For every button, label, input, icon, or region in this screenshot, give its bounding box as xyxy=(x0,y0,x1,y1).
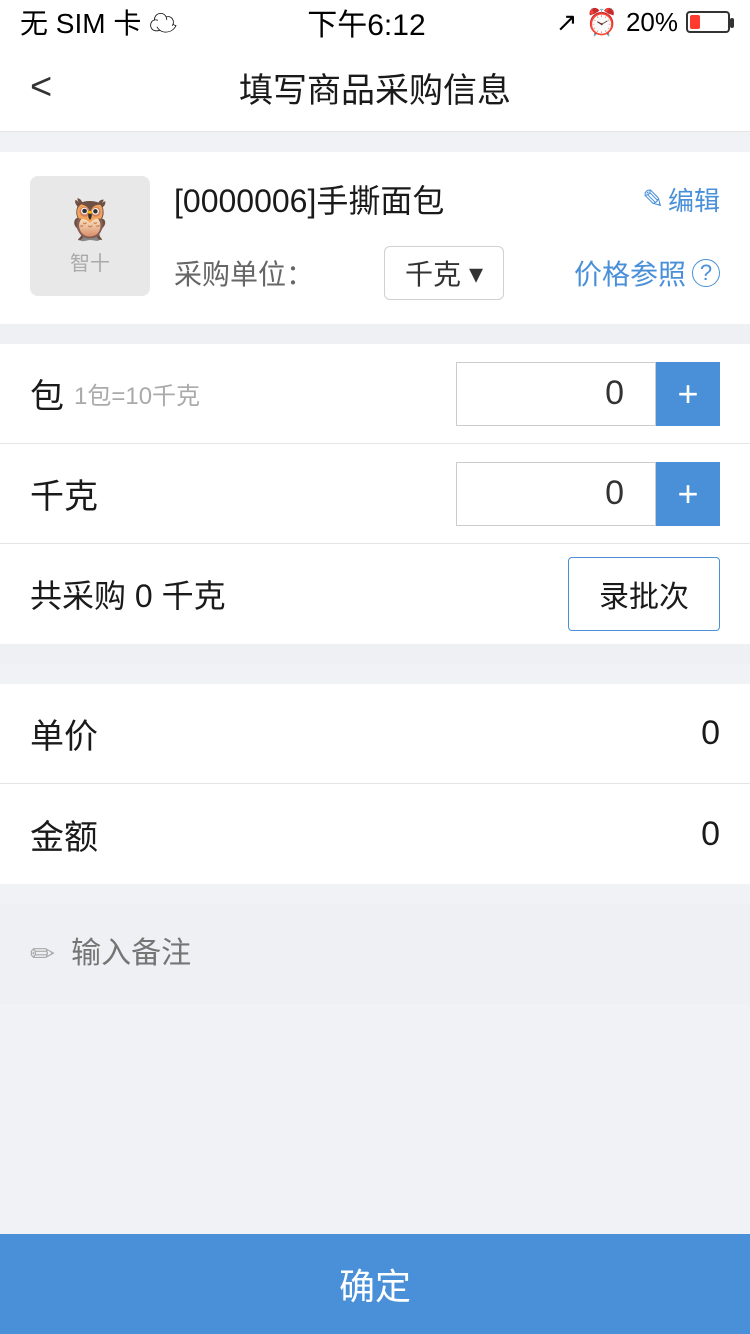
help-icon: ? xyxy=(692,259,720,287)
product-info: [0000006]手撕面包 ✎ 编辑 采购单位： 千克 ▾ 价格参照 ? xyxy=(174,176,720,300)
pencil-icon: ✏ xyxy=(30,937,55,972)
location-icon: ↗ xyxy=(556,7,578,38)
remark-input[interactable] xyxy=(71,937,720,971)
back-button[interactable]: < xyxy=(20,56,62,119)
chevron-down-icon: ▾ xyxy=(469,257,483,290)
logo-text: 智十 xyxy=(70,247,110,276)
divider-2 xyxy=(0,644,750,664)
amount-row: 金额 0 xyxy=(0,784,750,884)
unit-price-label: 单价 xyxy=(30,709,98,758)
edit-icon: ✎ xyxy=(642,184,664,215)
page-title: 填写商品采购信息 xyxy=(239,63,511,112)
summary-text: 共采购 0 千克 xyxy=(30,571,226,617)
package-sublabel: 1包=10千克 xyxy=(74,376,456,411)
kg-row: 千克 + xyxy=(0,444,750,544)
status-bar: 无 SIM 卡 ☁ 下午6:12 ↗ ⏰ 20% xyxy=(0,0,750,44)
owl-icon: 🦉 xyxy=(65,196,115,243)
package-qty-wrapper: + xyxy=(456,362,720,426)
kg-qty-wrapper: + xyxy=(456,462,720,526)
amount-value: 0 xyxy=(701,815,720,854)
summary-prefix: 共采购 xyxy=(30,578,126,614)
unit-value: 千克 xyxy=(405,253,461,293)
edit-button[interactable]: ✎ 编辑 xyxy=(642,181,720,218)
unit-label: 采购单位： xyxy=(174,253,314,293)
remark-section: ✏ xyxy=(0,904,750,1004)
summary-qty: 0 xyxy=(135,578,153,614)
alarm-icon: ⏰ xyxy=(586,7,618,38)
bottom-padding xyxy=(0,1004,750,1124)
nav-bar: < 填写商品采购信息 xyxy=(0,44,750,132)
quantity-section: 包 1包=10千克 + 千克 + xyxy=(0,344,750,544)
unit-price-value: 0 xyxy=(701,714,720,753)
package-label: 包 xyxy=(30,369,64,418)
amount-label: 金额 xyxy=(30,810,98,859)
edit-label: 编辑 xyxy=(668,181,720,218)
confirm-button[interactable]: 确定 xyxy=(0,1234,750,1334)
product-thumbnail: 🦉 智十 xyxy=(30,176,150,296)
back-icon: < xyxy=(30,66,52,108)
unit-select[interactable]: 千克 ▾ xyxy=(384,246,504,300)
product-name-row: [0000006]手撕面包 ✎ 编辑 xyxy=(174,176,720,222)
batch-label: 录批次 xyxy=(599,581,689,614)
battery-percent: 20% xyxy=(626,7,678,38)
status-right: ↗ ⏰ 20% xyxy=(556,7,730,38)
price-ref-button[interactable]: 价格参照 ? xyxy=(574,253,720,293)
battery-icon xyxy=(686,11,730,33)
price-section: 单价 0 金额 0 xyxy=(0,684,750,884)
kg-qty-input[interactable] xyxy=(456,462,656,526)
product-full-name: [0000006]手撕面包 xyxy=(174,176,444,222)
unit-price-row: 单价 0 xyxy=(0,684,750,784)
summary-row: 共采购 0 千克 录批次 xyxy=(0,544,750,644)
package-qty-input[interactable] xyxy=(456,362,656,426)
kg-label: 千克 xyxy=(30,469,98,518)
price-ref-label: 价格参照 xyxy=(574,253,686,293)
package-row: 包 1包=10千克 + xyxy=(0,344,750,444)
status-time: 下午6:12 xyxy=(307,0,425,44)
summary-unit: 千克 xyxy=(162,578,226,614)
product-card: 🦉 智十 [0000006]手撕面包 ✎ 编辑 采购单位： 千克 ▾ 价格参照 … xyxy=(0,152,750,324)
kg-plus-button[interactable]: + xyxy=(656,462,720,526)
confirm-label: 确定 xyxy=(339,1258,411,1310)
status-left: 无 SIM 卡 ☁ xyxy=(20,2,177,42)
package-plus-button[interactable]: + xyxy=(656,362,720,426)
unit-row: 采购单位： 千克 ▾ 价格参照 ? xyxy=(174,246,720,300)
batch-button[interactable]: 录批次 xyxy=(568,557,720,631)
divider-1 xyxy=(0,324,750,344)
sim-status: 无 SIM 卡 ☁ xyxy=(20,2,177,42)
